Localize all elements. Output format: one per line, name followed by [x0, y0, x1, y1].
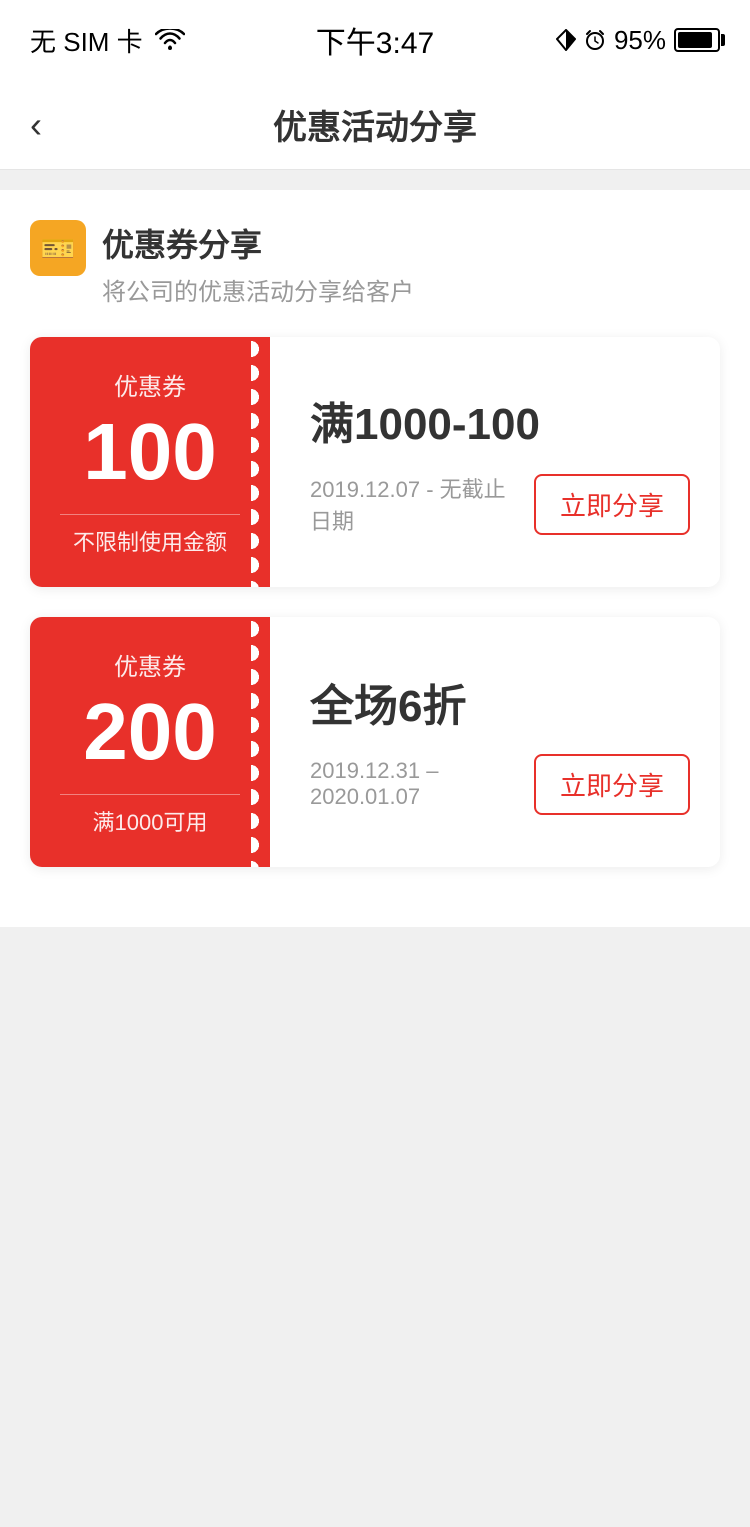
- carrier-text: 无 SIM 卡: [30, 22, 143, 59]
- alarm-icon: [584, 29, 606, 51]
- coupon-condition-2: 满1000可用: [93, 805, 208, 837]
- section-text: 优惠券分享 将公司的优惠活动分享给客户: [102, 220, 414, 307]
- share-button-2[interactable]: 立即分享: [534, 754, 690, 815]
- status-left: 无 SIM 卡: [30, 22, 185, 59]
- coupon-meta-1: 2019.12.07 - 无截止日期 立即分享: [310, 472, 690, 536]
- coupon-right-1: 满1000-100 2019.12.07 - 无截止日期 立即分享: [270, 337, 720, 587]
- coupon-title-1: 满1000-100: [310, 388, 690, 452]
- coupon-date-1: 2019.12.07 - 无截止日期: [310, 472, 524, 536]
- coupon-title-2: 全场6折: [310, 670, 690, 734]
- section-divider: [0, 170, 750, 190]
- section-description: 将公司的优惠活动分享给客户: [102, 272, 414, 307]
- coupon-card-1: 优惠券 100 不限制使用金额 满1000-100 2019.12.07 - 无…: [30, 337, 720, 587]
- status-right: 95%: [556, 25, 720, 56]
- coupon-amount-1: 100: [83, 412, 216, 492]
- coupon-date-2: 2019.12.31 – 2020.01.07: [310, 758, 524, 810]
- location-icon: [556, 29, 576, 51]
- back-button[interactable]: ‹: [30, 104, 42, 146]
- battery-percent: 95%: [614, 25, 666, 56]
- coupon-type-1: 优惠券: [114, 367, 186, 402]
- coupon-left-2: 优惠券 200 满1000可用: [30, 617, 270, 867]
- coupon-divider-2: [60, 794, 240, 795]
- status-bar: 无 SIM 卡 下午3:47 95%: [0, 0, 750, 80]
- coupon-card-2: 优惠券 200 满1000可用 全场6折 2019.12.31 – 2020.0…: [30, 617, 720, 867]
- share-button-1[interactable]: 立即分享: [534, 474, 690, 535]
- wifi-icon: [155, 29, 185, 51]
- coupon-condition-1: 不限制使用金额: [73, 525, 227, 557]
- main-content: 🎫 优惠券分享 将公司的优惠活动分享给客户 优惠券 100 不限制使用金额 满1…: [0, 170, 750, 1527]
- battery-fill: [678, 32, 712, 48]
- coupon-divider-1: [60, 514, 240, 515]
- coupon-left-1: 优惠券 100 不限制使用金额: [30, 337, 270, 587]
- section-title: 优惠券分享: [102, 220, 414, 266]
- coupon-section-icon: 🎫: [30, 220, 86, 276]
- content-area: 🎫 优惠券分享 将公司的优惠活动分享给客户 优惠券 100 不限制使用金额 满1…: [0, 190, 750, 927]
- coupon-right-2: 全场6折 2019.12.31 – 2020.01.07 立即分享: [270, 617, 720, 867]
- coupon-type-2: 优惠券: [114, 647, 186, 682]
- section-header: 🎫 优惠券分享 将公司的优惠活动分享给客户: [30, 220, 720, 307]
- bottom-area: [0, 927, 750, 1527]
- coupon-amount-2: 200: [83, 692, 216, 772]
- nav-title: 优惠活动分享: [273, 100, 477, 149]
- nav-bar: ‹ 优惠活动分享: [0, 80, 750, 170]
- status-time: 下午3:47: [316, 18, 434, 62]
- coupon-meta-2: 2019.12.31 – 2020.01.07 立即分享: [310, 754, 690, 815]
- battery-icon: [674, 28, 720, 52]
